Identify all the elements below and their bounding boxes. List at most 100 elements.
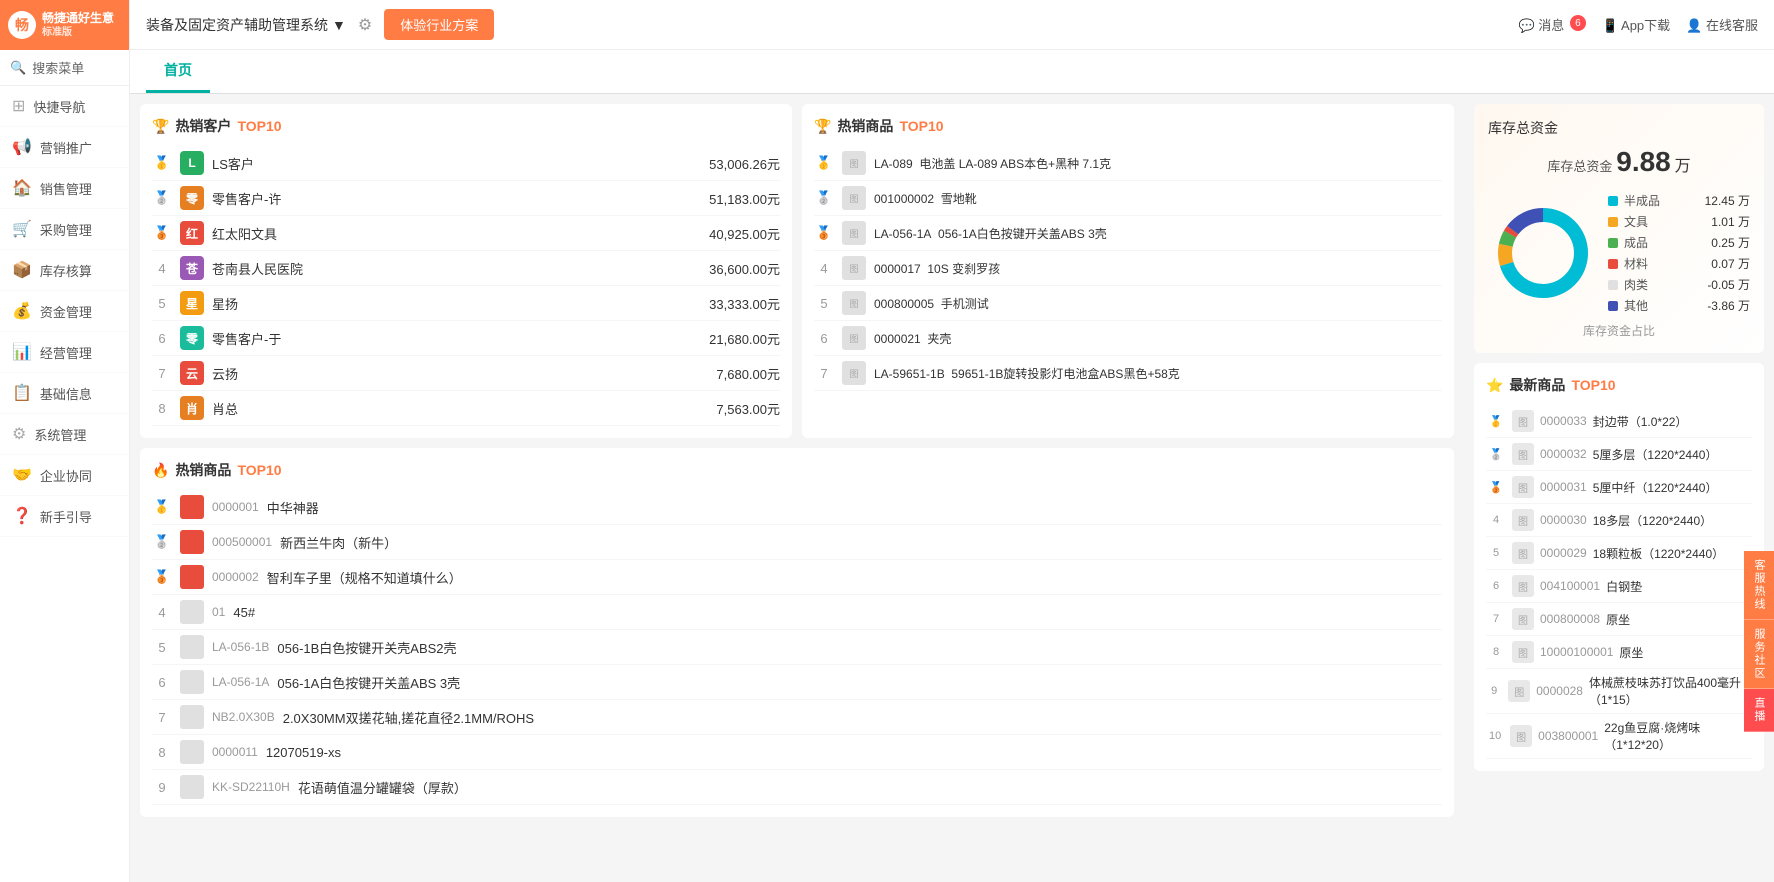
product-thumb: 图	[1512, 410, 1534, 432]
search-icon: 🔍	[10, 60, 26, 76]
sidebar-menu-item-finance[interactable]: 💰 资金管理	[0, 291, 129, 332]
product-thumb: 图	[1512, 443, 1534, 465]
right-section: 库存总资金 库存总资金 9.88 万	[1464, 94, 1774, 882]
product-img	[180, 705, 204, 729]
float-buttons: 客服热线 服务社区 直播	[1744, 551, 1774, 732]
product-sales-rank-item: 7 图 LA-59651-1B 59651-1B旋转投影灯电池盒ABS黑色+58…	[814, 356, 1442, 391]
sidebar-menu-item-operation[interactable]: 📊 经营管理	[0, 332, 129, 373]
newest-product-item: 7 图 000800008 原坐	[1486, 603, 1752, 636]
hot-product-item: 4 01 45#	[152, 595, 1442, 630]
inventory-icon: 📦	[12, 260, 32, 280]
fire-icon: 🔥	[152, 462, 169, 479]
gear-icon[interactable]: ⚙	[358, 15, 372, 35]
product-sales-rank-item: 6 图 0000021 夹壳	[814, 321, 1442, 356]
hot-product-item: 🥈 000500001 新西兰牛肉（新牛）	[152, 525, 1442, 560]
sidebar-menu-item-basic[interactable]: 📋 基础信息	[0, 373, 129, 414]
system-icon: ⚙	[12, 424, 26, 444]
customer-rank-item: 4 苍 苍南县人民医院 36,600.00元	[152, 251, 780, 286]
sidebar-menu-item-marketing[interactable]: 📢 营销推广	[0, 127, 129, 168]
legend-dot	[1608, 301, 1618, 311]
cooperation-icon: 🤝	[12, 465, 32, 485]
customer-rank-item: 6 零 零售客户-于 21,680.00元	[152, 321, 780, 356]
newest-products-title: ⭐ 最新商品 TOP10	[1486, 375, 1752, 395]
product-img	[180, 670, 204, 694]
nav-tabs: 首页	[130, 50, 1774, 94]
newest-product-item: 🥇 图 0000033 封边带（1.0*22）	[1486, 405, 1752, 438]
product-img	[180, 530, 204, 554]
product-img	[180, 565, 204, 589]
hot-products-panel: 🔥 热销商品 TOP10 🥇 0000001 中华神器 🥈 000500001 …	[140, 448, 1454, 817]
operation-icon: 📊	[12, 342, 32, 362]
guide-icon: ❓	[12, 506, 32, 526]
customer-rank-item: 5 星 星扬 33,333.00元	[152, 286, 780, 321]
product-thumb: 图	[1508, 680, 1530, 702]
sidebar-menu-item-guide[interactable]: ❓ 新手引导	[0, 496, 129, 537]
sidebar-menu-item[interactable]: ⊞ 快捷导航	[0, 86, 129, 127]
tab-home[interactable]: 首页	[146, 50, 210, 93]
product-img	[180, 635, 204, 659]
sidebar-menu-item-cooperation[interactable]: 🤝 企业协同	[0, 455, 129, 496]
legend-item-material: 材料 0.07 万	[1608, 253, 1750, 274]
hot-product-item: 🥇 0000001 中华神器	[152, 490, 1442, 525]
float-btn-live[interactable]: 直播	[1744, 689, 1774, 732]
top-products-sales-panel: 🏆 热销商品 TOP10 🥇 图 LA-089 电池盖 LA-089 ABS本色…	[802, 104, 1454, 438]
product-thumbnail: 图	[842, 291, 866, 315]
legend-item-stationary: 文具 1.01 万	[1608, 211, 1750, 232]
hot-product-item: 8 0000011 12070519-xs	[152, 735, 1442, 770]
app-download-link[interactable]: 📱 App下载	[1602, 15, 1670, 34]
sidebar-menu-item-inventory[interactable]: 📦 库存核算	[0, 250, 129, 291]
hot-product-item: 6 LA-056-1A 056-1A白色按键开关盖ABS 3壳	[152, 665, 1442, 700]
sidebar-menu-item-purchase[interactable]: 🛒 采购管理	[0, 209, 129, 250]
product-thumbnail: 图	[842, 186, 866, 210]
hot-product-item: 🥉 0000002 智利车子里（规格不知道填什么）	[152, 560, 1442, 595]
online-service-link[interactable]: 👤 在线客服	[1686, 15, 1758, 34]
product-sales-rank-item: 🥈 图 001000002 雪地靴	[814, 181, 1442, 216]
sidebar-menu-item-system[interactable]: ⚙ 系统管理	[0, 414, 129, 455]
product-thumb: 图	[1512, 476, 1534, 498]
sidebar-menu-item-sales[interactable]: 🏠 销售管理	[0, 168, 129, 209]
newest-product-item: 4 图 0000030 18多层（1220*2440）	[1486, 504, 1752, 537]
legend-list: 半成品 12.45 万 文具 1.01 万 成品 0.25 万	[1608, 190, 1750, 316]
trophy-icon: 🏆	[152, 118, 169, 135]
legend-item-finished: 成品 0.25 万	[1608, 232, 1750, 253]
legend-dot	[1608, 217, 1618, 227]
hot-product-item: 9 KK-SD22110H 花语萌值温分罐罐袋（厚款）	[152, 770, 1442, 805]
float-btn-service[interactable]: 客服热线	[1744, 551, 1774, 620]
trophy-icon2: 🏆	[814, 118, 831, 135]
content: 🏆 热销客户 TOP10 🥇 L LS客户 53,006.26元 🥈 零 零售客…	[130, 94, 1774, 882]
float-btn-community[interactable]: 服务社区	[1744, 620, 1774, 689]
quick-nav-icon: ⊞	[12, 96, 25, 116]
top-products-sales-title: 🏆 热销商品 TOP10	[814, 116, 1442, 136]
message-item[interactable]: 💬 消息 6	[1518, 15, 1585, 34]
customer-rank-item: 🥈 零 零售客户-许 51,183.00元	[152, 181, 780, 216]
product-img	[180, 740, 204, 764]
header: 装备及固定资产辅助管理系统 ▼ ⚙ 体验行业方案 💬 消息 6 📱 App下载 …	[130, 0, 1774, 50]
product-thumb: 图	[1512, 575, 1534, 597]
inventory-title: 库存总资金	[1488, 118, 1750, 138]
product-sales-rank-item: 🥇 图 LA-089 电池盖 LA-089 ABS本色+黑种 7.1克	[814, 146, 1442, 181]
newest-product-item: 6 图 004100001 白钢垫	[1486, 570, 1752, 603]
finance-icon: 💰	[12, 301, 32, 321]
top-customers-panel: 🏆 热销客户 TOP10 🥇 L LS客户 53,006.26元 🥈 零 零售客…	[140, 104, 792, 438]
product-sales-rank-item: 4 图 0000017 10S 变刹罗孩	[814, 251, 1442, 286]
newest-products-panel: ⭐ 最新商品 TOP10 🥇 图 0000033 封边带（1.0*22） 🥈 图…	[1474, 363, 1764, 771]
donut-chart	[1488, 198, 1598, 308]
product-img	[180, 600, 204, 624]
logo-icon: 畅	[8, 11, 36, 39]
newest-product-item: 8 图 10000100001 原坐	[1486, 636, 1752, 669]
product-img	[180, 495, 204, 519]
header-right: 💬 消息 6 📱 App下载 👤 在线客服	[1518, 15, 1758, 34]
product-thumbnail: 图	[842, 151, 866, 175]
system-title-dropdown[interactable]: 装备及固定资产辅助管理系统 ▼	[146, 15, 346, 35]
sales-icon: 🏠	[12, 178, 32, 198]
trial-button[interactable]: 体验行业方案	[384, 9, 494, 40]
sidebar-search[interactable]: 🔍 搜索菜单	[0, 50, 129, 86]
product-sales-rank-item: 🥉 图 LA-056-1A 056-1A白色按键开关盖ABS 3壳	[814, 216, 1442, 251]
legend-dot	[1608, 196, 1618, 206]
product-thumb: 图	[1512, 608, 1534, 630]
sidebar-logo: 畅 畅捷通好生意 标准版	[0, 0, 129, 50]
product-thumb: 图	[1512, 509, 1534, 531]
top-panels: 🏆 热销客户 TOP10 🥇 L LS客户 53,006.26元 🥈 零 零售客…	[140, 104, 1454, 438]
customer-rank-item: 7 云 云扬 7,680.00元	[152, 356, 780, 391]
customer-rank-item: 8 肖 肖总 7,563.00元	[152, 391, 780, 426]
